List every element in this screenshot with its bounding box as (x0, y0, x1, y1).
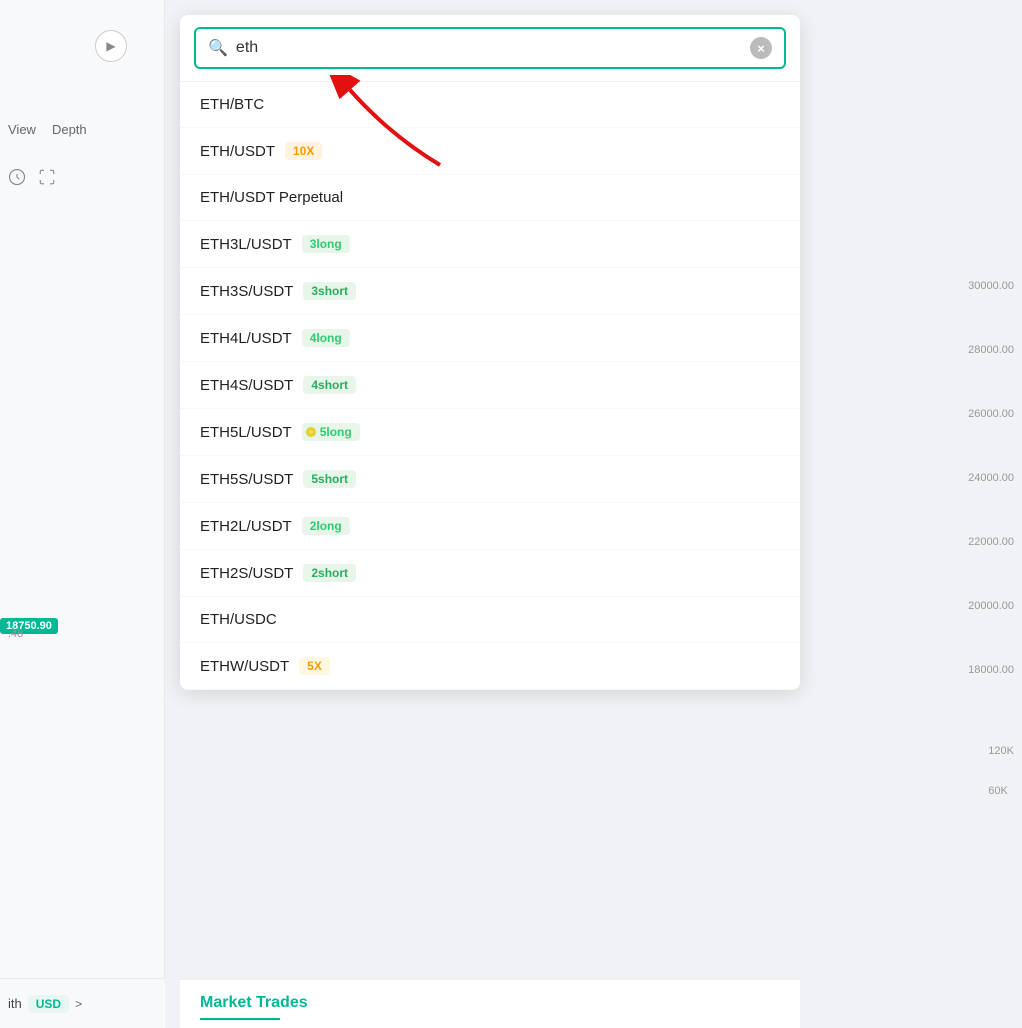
speedometer-icon[interactable] (8, 168, 26, 186)
chart-tabs: View Depth (0, 118, 95, 141)
list-item[interactable]: ETH/USDC (180, 597, 800, 643)
price-24000: 24000.00 (968, 472, 1014, 484)
result-badge: 5long (302, 423, 360, 441)
volume-axis: 120K 60K (988, 745, 1014, 797)
bottom-label: ith (8, 996, 22, 1011)
list-item[interactable]: ETH/USDT Perpetual (180, 175, 800, 221)
result-badge: 3short (303, 282, 356, 300)
bottom-bar: ith USD > (0, 978, 165, 1028)
result-name: ETH/USDC (200, 611, 277, 628)
market-trades-underline (200, 1018, 280, 1020)
result-name: ETH4L/USDT (200, 330, 292, 347)
search-icon: 🔍 (208, 38, 228, 58)
price-28000: 28000.00 (968, 344, 1014, 356)
search-box: 🔍 × (194, 27, 786, 69)
list-item[interactable]: ETH2L/USDT 2long (180, 503, 800, 550)
search-container: 🔍 × (180, 15, 800, 82)
usd-badge[interactable]: USD (28, 995, 69, 1013)
list-item[interactable]: ETH3L/USDT 3long (180, 221, 800, 268)
price-axis: 30000.00 28000.00 26000.00 24000.00 2200… (968, 280, 1014, 676)
result-badge: 4long (302, 329, 350, 347)
volume-120k: 120K (988, 745, 1014, 757)
list-item[interactable]: ETH5L/USDT 5long (180, 409, 800, 456)
chevron-right-icon: > (75, 997, 82, 1011)
result-badge: 4short (303, 376, 356, 394)
result-badge: 2short (303, 564, 356, 582)
price-20000: 20000.00 (968, 600, 1014, 612)
result-name: ETH5S/USDT (200, 471, 293, 488)
result-badge: 10X (285, 142, 322, 160)
tab-depth[interactable]: Depth (52, 118, 87, 141)
list-item[interactable]: ETH/BTC (180, 82, 800, 128)
list-item[interactable]: ETH3S/USDT 3short (180, 268, 800, 315)
chart-panel (0, 0, 165, 1028)
result-name: ETH2S/USDT (200, 565, 293, 582)
result-badge: 5short (303, 470, 356, 488)
list-item[interactable]: ETH/USDT 10X (180, 128, 800, 175)
chart-icon-row (8, 168, 56, 186)
play-button[interactable]: ▶ (95, 30, 127, 62)
list-item[interactable]: ETH2S/USDT 2short (180, 550, 800, 597)
result-name: ETHW/USDT (200, 658, 289, 675)
play-icon: ▶ (106, 39, 115, 53)
result-name: ETH5L/USDT (200, 424, 292, 441)
result-name: ETH/USDT (200, 143, 275, 160)
market-trades-title: Market Trades (200, 994, 780, 1012)
list-item[interactable]: ETH4L/USDT 4long (180, 315, 800, 362)
list-item[interactable]: ETHW/USDT 5X (180, 643, 800, 690)
search-dropdown: 🔍 × ETH/BTC ETH/USDT 10X ETH/USDT Perpetual… (180, 15, 800, 690)
list-item[interactable]: ETH5S/USDT 5short (180, 456, 800, 503)
chart-controls: ▶ (95, 30, 127, 62)
result-name: ETH3L/USDT (200, 236, 292, 253)
result-badge: 5X (299, 657, 330, 675)
result-name: ETH/BTC (200, 96, 264, 113)
price-30000: 30000.00 (968, 280, 1014, 292)
result-badge: 2long (302, 517, 350, 535)
volume-60k: 60K (988, 785, 1014, 797)
result-name: ETH3S/USDT (200, 283, 293, 300)
result-name: ETH/USDT Perpetual (200, 189, 343, 206)
price-26000: 26000.00 (968, 408, 1014, 420)
result-badge: 3long (302, 235, 350, 253)
results-list: ETH/BTC ETH/USDT 10X ETH/USDT Perpetual ETH3… (180, 82, 800, 690)
price-decimal: .48 (8, 628, 23, 640)
price-18000: 18000.00 (968, 664, 1014, 676)
market-trades-section: Market Trades (180, 978, 800, 1028)
clear-button[interactable]: × (750, 37, 772, 59)
result-name: ETH4S/USDT (200, 377, 293, 394)
result-name: ETH2L/USDT (200, 518, 292, 535)
price-22000: 22000.00 (968, 536, 1014, 548)
search-input[interactable] (236, 39, 750, 57)
expand-icon[interactable] (38, 168, 56, 186)
list-item[interactable]: ETH4S/USDT 4short (180, 362, 800, 409)
tab-view[interactable]: View (8, 118, 36, 141)
